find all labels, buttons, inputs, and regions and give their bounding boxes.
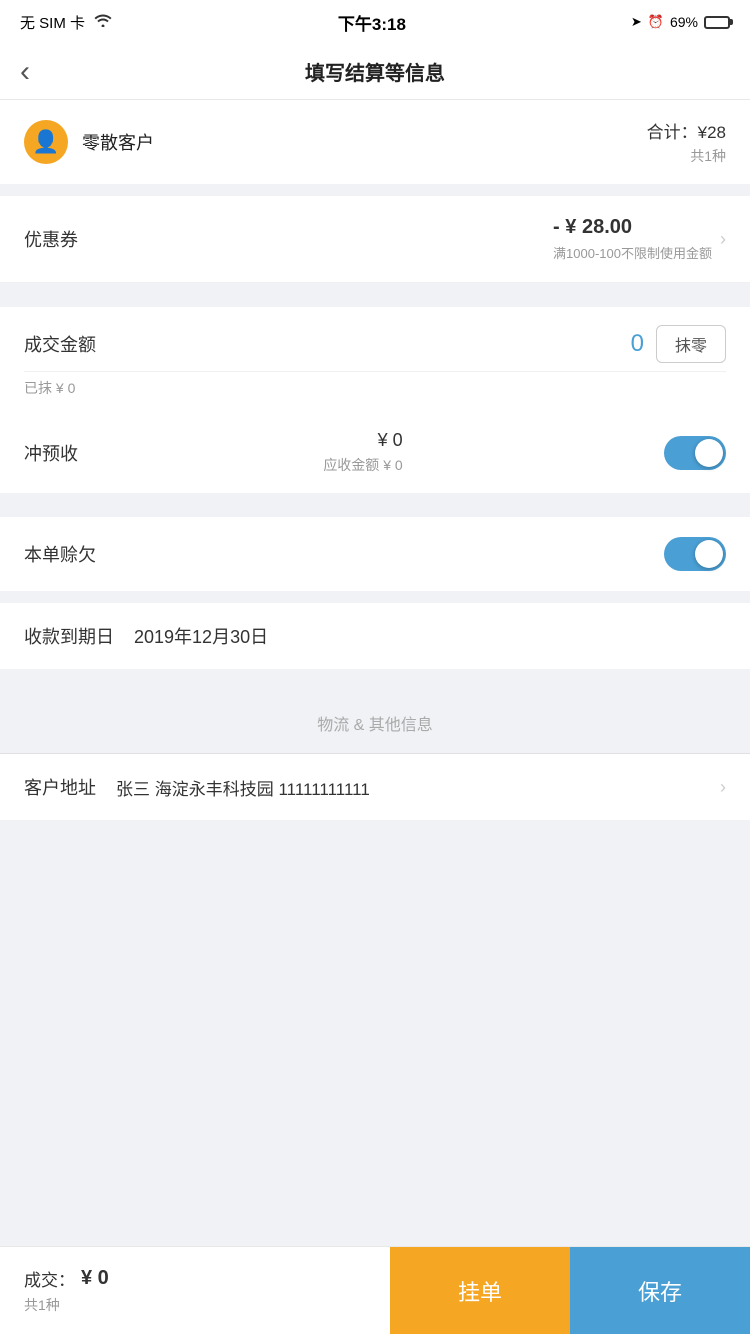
amount-input-area: 0 抹零 [631,325,726,363]
total-count: 共1种 [647,146,726,166]
bottom-deal-amount: ¥ 0 [81,1267,109,1290]
save-button[interactable]: 保存 [570,1247,750,1334]
logistics-divider-text: 物流 & 其他信息 [317,717,433,734]
total-amount: 合计：¥28 [647,118,726,143]
coupon-section[interactable]: 优惠券 - ¥ 28.00 满1000-100不限制使用金额 › [0,196,750,283]
precollect-main-value: ¥ 0 [323,430,402,451]
nav-bar: ‹ 填写结算等信息 [0,44,750,100]
precollect-toggle[interactable] [664,436,726,470]
address-label: 客户地址 [24,774,96,800]
precollect-sub-value: 应收金额 ¥ 0 [323,455,402,475]
alarm-icon: ⏰ [648,14,664,30]
bottom-deal-label: 成交： [24,1266,75,1291]
debt-toggle[interactable] [664,537,726,571]
coupon-right: - ¥ 28.00 满1000-100不限制使用金额 › [553,216,726,262]
transaction-label: 成交金额 [24,331,96,357]
duedate-value: 2019年12月30日 [134,623,268,649]
duedate-row: 收款到期日 2019年12月30日 [24,623,726,649]
customer-right: 合计：¥28 共1种 [647,118,726,166]
separator-2 [0,505,750,517]
coupon-value-area: - ¥ 28.00 满1000-100不限制使用金额 [553,216,712,262]
debt-label: 本单赊欠 [24,541,96,567]
status-right: ➤ ⏰ 69% [631,14,730,30]
battery-percent: 69% [670,14,698,30]
toggle-knob [695,439,723,467]
empty-space [0,832,750,912]
avatar-icon: 👤 [32,129,59,155]
separator-3 [0,681,750,693]
coupon-sub-text: 满1000-100不限制使用金额 [553,243,712,262]
wifi-icon [93,13,113,31]
back-button[interactable]: ‹ [20,55,60,89]
customer-row: 👤 零散客户 合计：¥28 共1种 [0,100,750,184]
bottom-deal: 成交： ¥ 0 [24,1266,366,1291]
battery-icon [704,16,730,29]
bottom-info: 成交： ¥ 0 共1种 [0,1266,390,1315]
duedate-label: 收款到期日 [24,623,114,649]
debt-section: 本单赊欠 [0,517,750,591]
address-chevron-icon: › [720,777,726,798]
precollect-label: 冲预收 [24,440,78,466]
address-section[interactable]: 客户地址 张三 海淀永丰科技园 11111111111 › [0,754,750,820]
customer-name: 零散客户 [82,129,154,155]
status-left: 无 SIM 卡 [20,12,113,33]
debt-toggle-knob [695,540,723,568]
chevron-right-icon: › [720,229,726,250]
transaction-section: 成交金额 0 抹零 已抹 ¥ 0 冲预收 ¥ 0 应收金额 ¥ 0 [0,307,750,493]
transaction-value[interactable]: 0 [631,330,644,358]
status-time: 下午3:18 [338,10,406,35]
round-button[interactable]: 抹零 [656,325,726,363]
duedate-section: 收款到期日 2019年12月30日 [0,603,750,669]
coupon-value: - ¥ 28.00 [553,216,712,239]
logistics-divider: 物流 & 其他信息 [0,693,750,753]
coupon-label: 优惠券 [24,226,78,252]
carrier-text: 无 SIM 卡 [20,12,85,33]
precollect-values: ¥ 0 应收金额 ¥ 0 [323,430,402,475]
bottom-bar: 成交： ¥ 0 共1种 挂单 保存 [0,1246,750,1334]
address-value: 张三 海淀永丰科技园 11111111111 [116,775,720,800]
coupon-row[interactable]: 优惠券 - ¥ 28.00 满1000-100不限制使用金额 › [0,196,750,283]
already-rounded: 已抹 ¥ 0 [24,372,726,412]
transaction-row: 成交金额 0 抹零 [24,307,726,372]
precollect-row: 冲预收 ¥ 0 应收金额 ¥ 0 [24,412,726,493]
customer-left: 👤 零散客户 [24,120,154,164]
location-icon: ➤ [631,14,642,30]
status-bar: 无 SIM 卡 下午3:18 ➤ ⏰ 69% [0,0,750,44]
pending-button[interactable]: 挂单 [390,1247,570,1334]
avatar: 👤 [24,120,68,164]
bottom-count: 共1种 [24,1295,366,1315]
separator-1 [0,295,750,307]
page-title: 填写结算等信息 [305,57,445,86]
content: 👤 零散客户 合计：¥28 共1种 优惠券 - ¥ 28.00 满1000-10… [0,100,750,1002]
